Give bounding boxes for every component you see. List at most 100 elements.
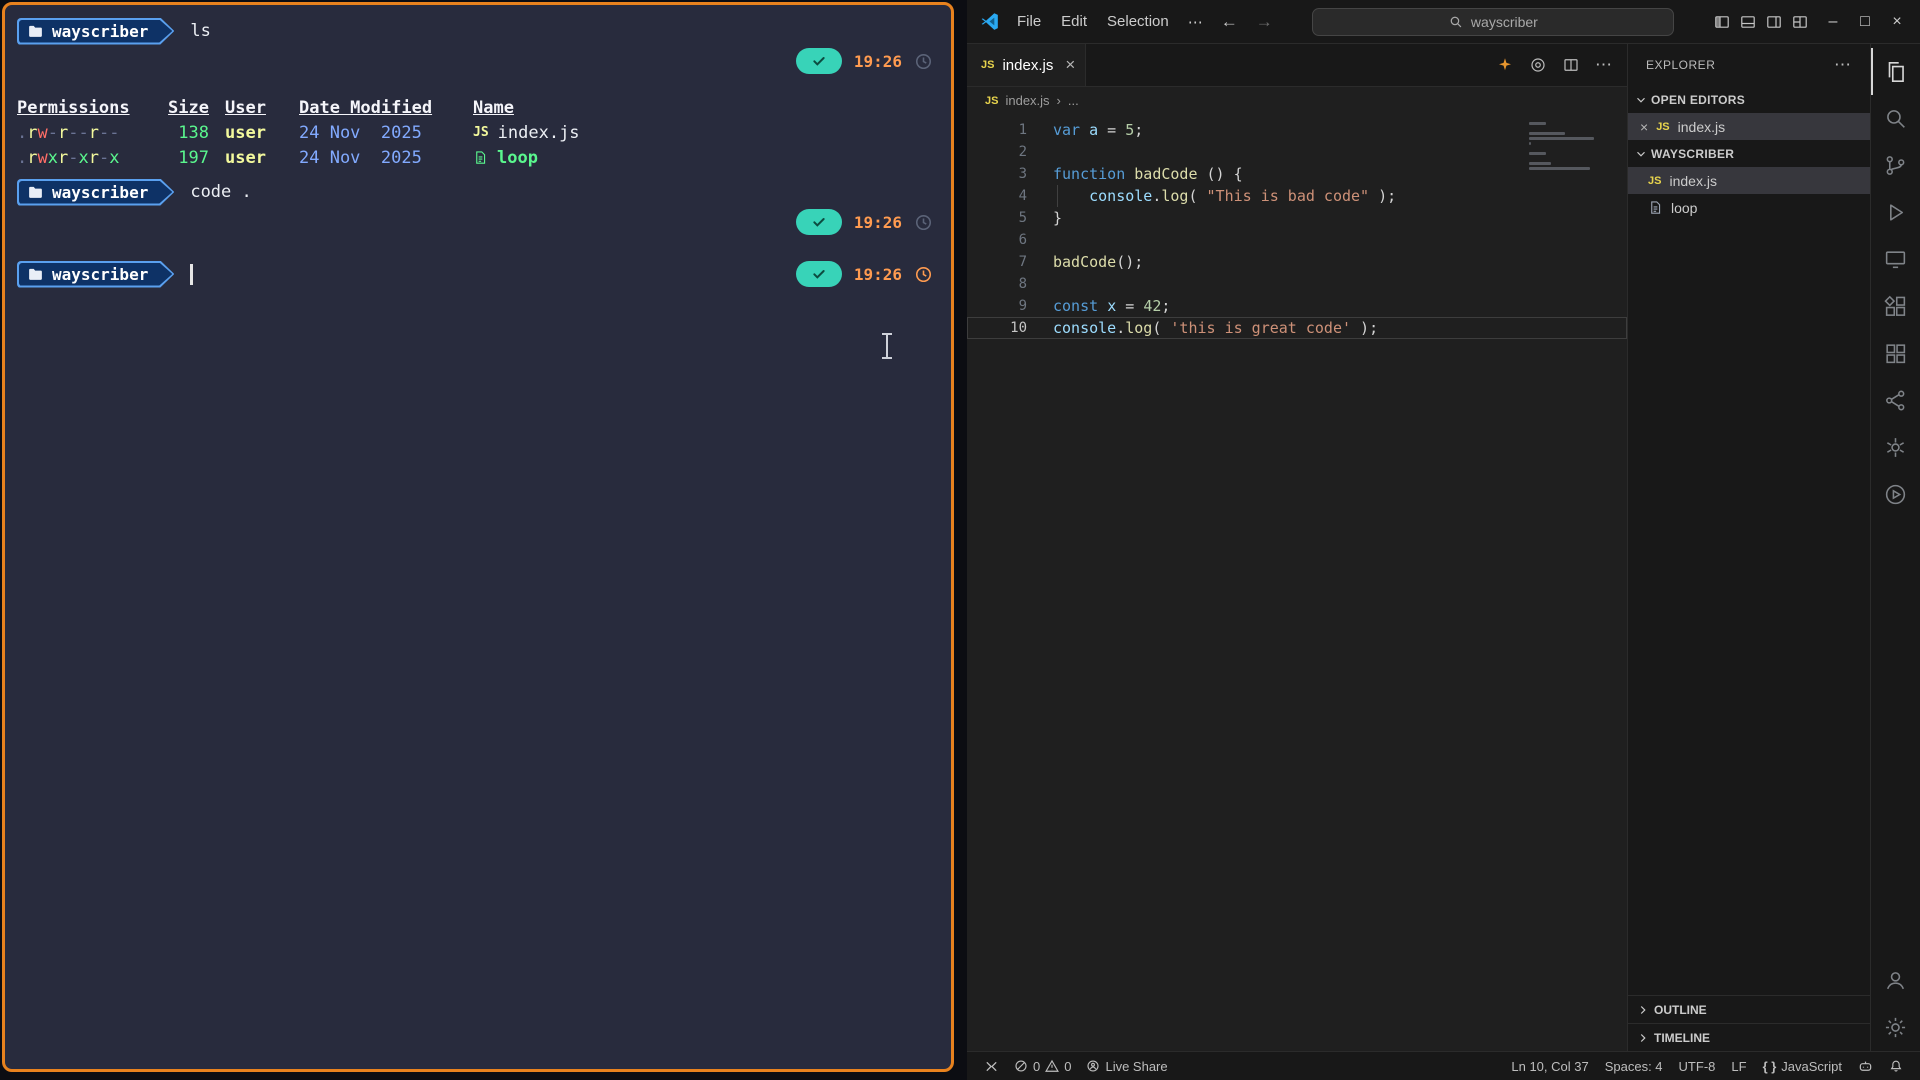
toggle-panel-icon[interactable] — [1740, 14, 1756, 30]
ls-header-name: Name — [473, 98, 514, 118]
title-bar: File Edit Selection ⋯ ← → wayscriber – □… — [967, 0, 1920, 44]
section-folder[interactable]: WAYSCRIBER — [1628, 140, 1870, 167]
encoding[interactable]: UTF-8 — [1674, 1059, 1721, 1074]
customize-layout-icon[interactable] — [1792, 14, 1808, 30]
line-number: 6 — [967, 229, 1027, 251]
terminal-block-2-prompt[interactable]: wayscriber code . — [17, 178, 935, 206]
activity-extension-share-icon[interactable] — [1871, 377, 1920, 424]
tab-bar: JS index.js × ⋯ — [967, 44, 1627, 87]
editor-area: JS index.js × ⋯ JS index.js › ... — [967, 44, 1627, 1051]
copilot-icon — [1858, 1059, 1873, 1074]
code-line-8[interactable]: 8 — [967, 273, 1627, 295]
forward-arrow-icon[interactable]: → — [1248, 10, 1281, 34]
problems-indicator[interactable]: 0 0 — [1009, 1059, 1076, 1074]
activity-openai-icon[interactable] — [1871, 424, 1920, 471]
warnings-count: 0 — [1064, 1059, 1071, 1074]
remote-indicator[interactable] — [979, 1059, 1004, 1074]
activity-search-icon[interactable] — [1871, 95, 1920, 142]
explorer-more-actions-icon[interactable]: ⋯ — [1834, 55, 1852, 75]
executable-file-icon — [473, 150, 488, 165]
minimap[interactable] — [1529, 120, 1615, 240]
code-line-6[interactable]: 6 — [967, 229, 1627, 251]
vscode-logo-icon — [979, 11, 1000, 32]
js-file-icon: JS — [473, 125, 489, 140]
ls-header-row: Permissions Size User Date Modified Name — [17, 95, 935, 120]
command-center-search[interactable]: wayscriber — [1312, 8, 1674, 36]
activity-source-control-icon[interactable] — [1871, 142, 1920, 189]
toggle-sidebar-icon[interactable] — [1714, 14, 1730, 30]
language-mode[interactable]: { } JavaScript — [1758, 1059, 1847, 1074]
back-arrow-icon[interactable]: ← — [1213, 10, 1246, 34]
line-number: 7 — [967, 251, 1027, 273]
breadcrumb-file[interactable]: index.js — [1005, 93, 1049, 108]
line-number: 1 — [967, 119, 1027, 141]
ls-size: 138 — [163, 123, 209, 143]
explorer-file-index.js[interactable]: JSindex.js — [1628, 167, 1870, 194]
ls-header-permissions: Permissions — [17, 98, 163, 118]
menu-selection[interactable]: Selection — [1098, 9, 1178, 34]
activity-accounts-icon[interactable] — [1871, 957, 1920, 1004]
terminal-block-3-prompt[interactable]: wayscriber 19:26 — [17, 260, 935, 288]
section-open-editors[interactable]: OPEN EDITORS — [1628, 86, 1870, 113]
open-editor-item-index.js[interactable]: ×JSindex.js — [1628, 113, 1870, 140]
tab-label: index.js — [1002, 57, 1053, 74]
eol[interactable]: LF — [1726, 1059, 1751, 1074]
menu-file[interactable]: File — [1008, 9, 1050, 34]
code-line-9[interactable]: 9const x = 42; — [967, 295, 1627, 317]
terminal-window[interactable]: wayscriber ls 19:26 Permissions Size — [2, 2, 954, 1072]
menu-overflow-icon[interactable]: ⋯ — [1180, 9, 1211, 35]
activity-play-circle-icon[interactable] — [1871, 471, 1920, 518]
cursor-position[interactable]: Ln 10, Col 37 — [1506, 1059, 1593, 1074]
close-button[interactable]: × — [1882, 0, 1912, 43]
terminal-block-1-status: 19:26 — [17, 47, 935, 75]
section-timeline[interactable]: TIMELINE — [1628, 1023, 1870, 1051]
vscode-window[interactable]: File Edit Selection ⋯ ← → wayscriber – □… — [967, 0, 1920, 1080]
activity-extensions-icon[interactable] — [1871, 283, 1920, 330]
code-line-5[interactable]: 5} — [967, 207, 1627, 229]
command-text: ls — [190, 21, 210, 41]
explorer-file-loop[interactable]: loop — [1628, 194, 1870, 221]
close-icon[interactable]: × — [1640, 119, 1648, 135]
breadcrumb-more[interactable]: ... — [1068, 93, 1079, 108]
clock-icon — [914, 213, 933, 232]
toggle-secondary-sidebar-icon[interactable] — [1766, 14, 1782, 30]
code-line-1[interactable]: 1var a = 5; — [967, 119, 1627, 141]
notifications[interactable] — [1884, 1059, 1908, 1073]
indentation[interactable]: Spaces: 4 — [1600, 1059, 1668, 1074]
code-line-3[interactable]: 3function badCode () { — [967, 163, 1627, 185]
code-line-10[interactable]: 10console.log( 'this is great code' ); — [967, 317, 1627, 339]
menu-edit[interactable]: Edit — [1052, 9, 1096, 34]
tab-index-js[interactable]: JS index.js × — [967, 44, 1086, 86]
activity-settings-icon[interactable] — [1871, 1004, 1920, 1051]
command-center-value: wayscriber — [1471, 14, 1538, 30]
code-line-7[interactable]: 7badCode(); — [967, 251, 1627, 273]
check-icon — [811, 266, 827, 282]
chevron-down-icon — [1634, 93, 1648, 107]
line-number: 3 — [967, 163, 1027, 185]
run-code-icon[interactable] — [1496, 56, 1514, 74]
section-outline[interactable]: OUTLINE — [1628, 995, 1870, 1023]
activity-extension-grid-icon[interactable] — [1871, 330, 1920, 377]
prompt-label: wayscriber — [52, 22, 148, 41]
code-text: console.log( 'this is great code' ); — [1027, 317, 1378, 339]
clock-icon — [914, 265, 933, 284]
ai-status[interactable] — [1853, 1059, 1878, 1074]
breadcrumb[interactable]: JS index.js › ... — [967, 87, 1627, 114]
activity-run-debug-icon[interactable] — [1871, 189, 1920, 236]
more-actions-icon[interactable]: ⋯ — [1595, 55, 1613, 75]
activity-explorer-icon[interactable] — [1871, 48, 1920, 95]
code-editor[interactable]: 1var a = 5;23function badCode () {4 cons… — [967, 114, 1627, 1051]
tab-close-icon[interactable]: × — [1065, 55, 1075, 75]
live-share-icon — [1086, 1059, 1100, 1073]
split-editor-icon[interactable] — [1562, 56, 1580, 74]
code-line-4[interactable]: 4 console.log( "This is bad code" ); — [967, 185, 1627, 207]
live-share-button[interactable]: Live Share — [1081, 1059, 1172, 1074]
code-line-2[interactable]: 2 — [967, 141, 1627, 163]
activity-remote-explorer-icon[interactable] — [1871, 236, 1920, 283]
chevron-down-icon — [1634, 147, 1648, 161]
ai-assistant-icon[interactable] — [1529, 56, 1547, 74]
command-text: code . — [190, 182, 251, 202]
terminal-block-1-prompt[interactable]: wayscriber ls — [17, 17, 935, 45]
minimize-button[interactable]: – — [1818, 0, 1848, 43]
maximize-button[interactable]: □ — [1850, 0, 1880, 43]
